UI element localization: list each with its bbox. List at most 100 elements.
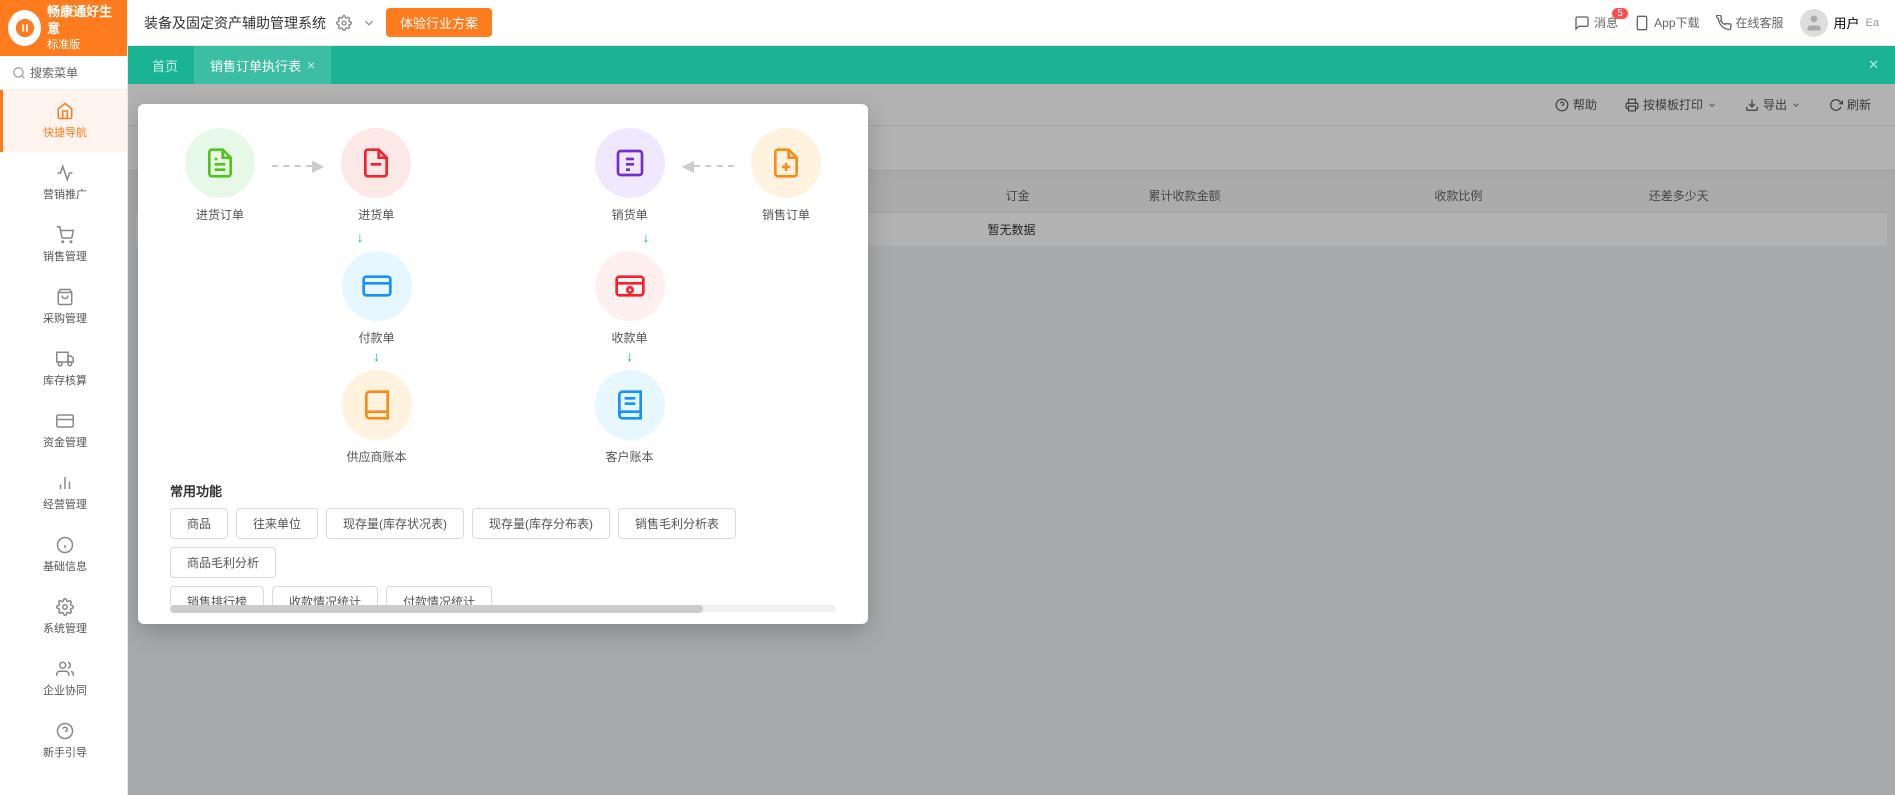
arrow-h2: ◀ — [680, 156, 736, 176]
nav-label-operations: 经营管理 — [43, 496, 87, 512]
message-icon-item[interactable]: 5 消息 — [1574, 14, 1618, 31]
nav-label-sales: 销售管理 — [43, 248, 87, 264]
nav-item-operations[interactable]: 经营管理 — [0, 462, 127, 524]
customer-ledger-label: 客户账本 — [605, 448, 653, 465]
payment-out-label: 付款单 — [358, 329, 394, 346]
flow-node-sales-bill[interactable]: 销货单 — [580, 128, 680, 223]
nav-item-enterprise[interactable]: 企业协同 — [0, 648, 127, 710]
nav-item-newbie[interactable]: 新手引导 — [0, 710, 127, 772]
func-btn-sales-rank[interactable]: 销售排行榜 — [170, 586, 264, 605]
flow-node-customer-ledger[interactable]: 客户账本 — [580, 370, 680, 465]
tab-bar: 首页 销售订单执行表 × ✕ — [128, 46, 1895, 84]
customer-ledger-icon — [595, 370, 665, 440]
func-btn-stock-status[interactable]: 现存量(库存状况表) — [326, 508, 464, 539]
sales-order-icon — [751, 128, 821, 198]
modal-content: 进货订单 ▶ 进货单 — [138, 104, 868, 605]
tab-close-right-icon[interactable]: ✕ — [1860, 53, 1887, 77]
arrow-down-sales: ↓ — [643, 229, 650, 245]
content-area: 帮助 按模板打印 导出 刷新 — [128, 84, 1895, 795]
sales-order-label: 销售订单 — [762, 206, 810, 223]
func-btn-sales-profit[interactable]: 销售毛利分析表 — [618, 508, 736, 539]
purchase-bill-label: 进货单 — [358, 206, 394, 223]
nav-item-system[interactable]: 系统管理 — [0, 586, 127, 648]
dropdown-icon[interactable] — [362, 16, 376, 30]
online-service-item[interactable]: 在线客服 — [1716, 14, 1784, 31]
modal-box: 进货订单 ▶ 进货单 — [138, 104, 868, 624]
flow-node-payment-out[interactable]: 付款单 — [327, 251, 427, 346]
flow-node-purchase-order[interactable]: 进货订单 — [170, 128, 270, 223]
top-bar-icons: 5 消息 App下载 在线客服 用户 Ea — [1574, 9, 1879, 37]
user-avatar — [1800, 9, 1828, 37]
flow-node-payment-in[interactable]: 收款单 — [580, 251, 680, 346]
user-label: 用户 — [1834, 13, 1860, 32]
payment-in-icon — [595, 251, 665, 321]
online-service-label: 在线客服 — [1736, 14, 1784, 31]
nav-label-basic: 基础信息 — [43, 558, 87, 574]
payment-out-icon — [342, 251, 412, 321]
arrow-down-paymentin: ↓ — [626, 348, 633, 364]
func-btn-goods-profit[interactable]: 商品毛利分析 — [170, 547, 276, 578]
flow-node-supplier-ledger[interactable]: 供应商账本 — [327, 370, 427, 465]
user-text: Ea — [1866, 17, 1879, 29]
sales-bill-icon — [595, 128, 665, 198]
nav-item-quick[interactable]: 快捷导航 — [0, 90, 127, 152]
logo-area: 畅康通好生意 标准版 — [0, 0, 127, 56]
nav-label-inventory: 库存核算 — [43, 372, 87, 388]
try-button[interactable]: 体验行业方案 — [386, 8, 492, 37]
arrow-down-paymentout: ↓ — [373, 348, 380, 364]
func-btn-stock-dist[interactable]: 现存量(库存分布表) — [472, 508, 610, 539]
tab-home[interactable]: 首页 — [136, 46, 194, 84]
nav-item-marketing[interactable]: 营销推广 — [0, 152, 127, 214]
system-title: 装备及固定资产辅助管理系统 — [144, 13, 326, 33]
nav-label-quick: 快捷导航 — [43, 124, 87, 140]
sales-bill-label: 销货单 — [612, 206, 648, 223]
nav-item-finance[interactable]: 资金管理 — [0, 400, 127, 462]
user-avatar-area[interactable]: 用户 Ea — [1800, 9, 1879, 37]
func-btn-goods[interactable]: 商品 — [170, 508, 228, 539]
app-download-item[interactable]: App下载 — [1634, 14, 1699, 31]
modal-scrollbar[interactable] — [170, 605, 836, 612]
arrow-down-purchase: ↓ — [357, 229, 364, 245]
modal-overlay: 进货订单 ▶ 进货单 — [128, 84, 1895, 795]
nav-item-basic[interactable]: 基础信息 — [0, 524, 127, 586]
flow-node-sales-order[interactable]: 销售订单 — [736, 128, 836, 223]
nav-label-enterprise: 企业协同 — [43, 682, 87, 698]
app-download-label: App下载 — [1654, 14, 1699, 31]
logo-text: 畅康通好生意 标准版 — [47, 4, 119, 52]
func-buttons-row1: 商品 往来单位 现存量(库存状况表) 现存量(库存分布表) 销售毛利分析表 商品… — [170, 508, 836, 578]
nav-label-finance: 资金管理 — [43, 434, 87, 450]
nav-label-system: 系统管理 — [43, 620, 87, 636]
top-bar-left: 装备及固定资产辅助管理系统 体验行业方案 — [144, 8, 492, 37]
func-btn-collection-stats[interactable]: 收款情况统计 — [272, 586, 378, 605]
tab-sales-order-label: 销售订单执行表 — [210, 56, 301, 75]
nav-item-inventory[interactable]: 库存核算 — [0, 338, 127, 400]
main-area: 装备及固定资产辅助管理系统 体验行业方案 5 消息 App下载 在线客服 — [128, 0, 1895, 795]
tab-home-label: 首页 — [152, 56, 178, 75]
supplier-ledger-label: 供应商账本 — [346, 448, 406, 465]
gear-icon[interactable] — [336, 15, 352, 31]
sidebar: 畅康通好生意 标准版 搜索菜单 快捷导航 营销推广 销售管理 采购管理 库存核算 — [0, 0, 128, 795]
supplier-ledger-icon — [342, 370, 412, 440]
flow-col-receipt: 收款单 ↓ — [580, 251, 680, 366]
purchase-bill-icon — [341, 128, 411, 198]
flow-node-purchase-bill[interactable]: 进货单 — [326, 128, 426, 223]
nav-label-marketing: 营销推广 — [43, 186, 87, 202]
tab-sales-order[interactable]: 销售订单执行表 × — [194, 46, 331, 84]
flow-col-payment: 付款单 ↓ — [327, 251, 427, 366]
search-menu-label: 搜索菜单 — [30, 64, 78, 81]
logo-icon — [8, 10, 41, 46]
search-menu[interactable]: 搜索菜单 — [0, 56, 127, 90]
arrow-h1: ▶ — [270, 156, 326, 176]
nav-label-purchase: 采购管理 — [43, 310, 87, 326]
nav-item-purchase[interactable]: 采购管理 — [0, 276, 127, 338]
payment-in-label: 收款单 — [611, 329, 647, 346]
func-buttons-row2: 销售排行榜 收款情况统计 付款情况统计 — [170, 586, 836, 605]
purchase-order-icon — [185, 128, 255, 198]
message-badge: 5 — [1612, 8, 1628, 19]
modal-scrollbar-thumb — [170, 605, 703, 613]
func-btn-partners[interactable]: 往来单位 — [236, 508, 318, 539]
nav-label-newbie: 新手引导 — [43, 744, 87, 760]
nav-item-sales[interactable]: 销售管理 — [0, 214, 127, 276]
func-btn-payment-stats[interactable]: 付款情况统计 — [386, 586, 492, 605]
tab-close-icon[interactable]: × — [307, 57, 315, 73]
